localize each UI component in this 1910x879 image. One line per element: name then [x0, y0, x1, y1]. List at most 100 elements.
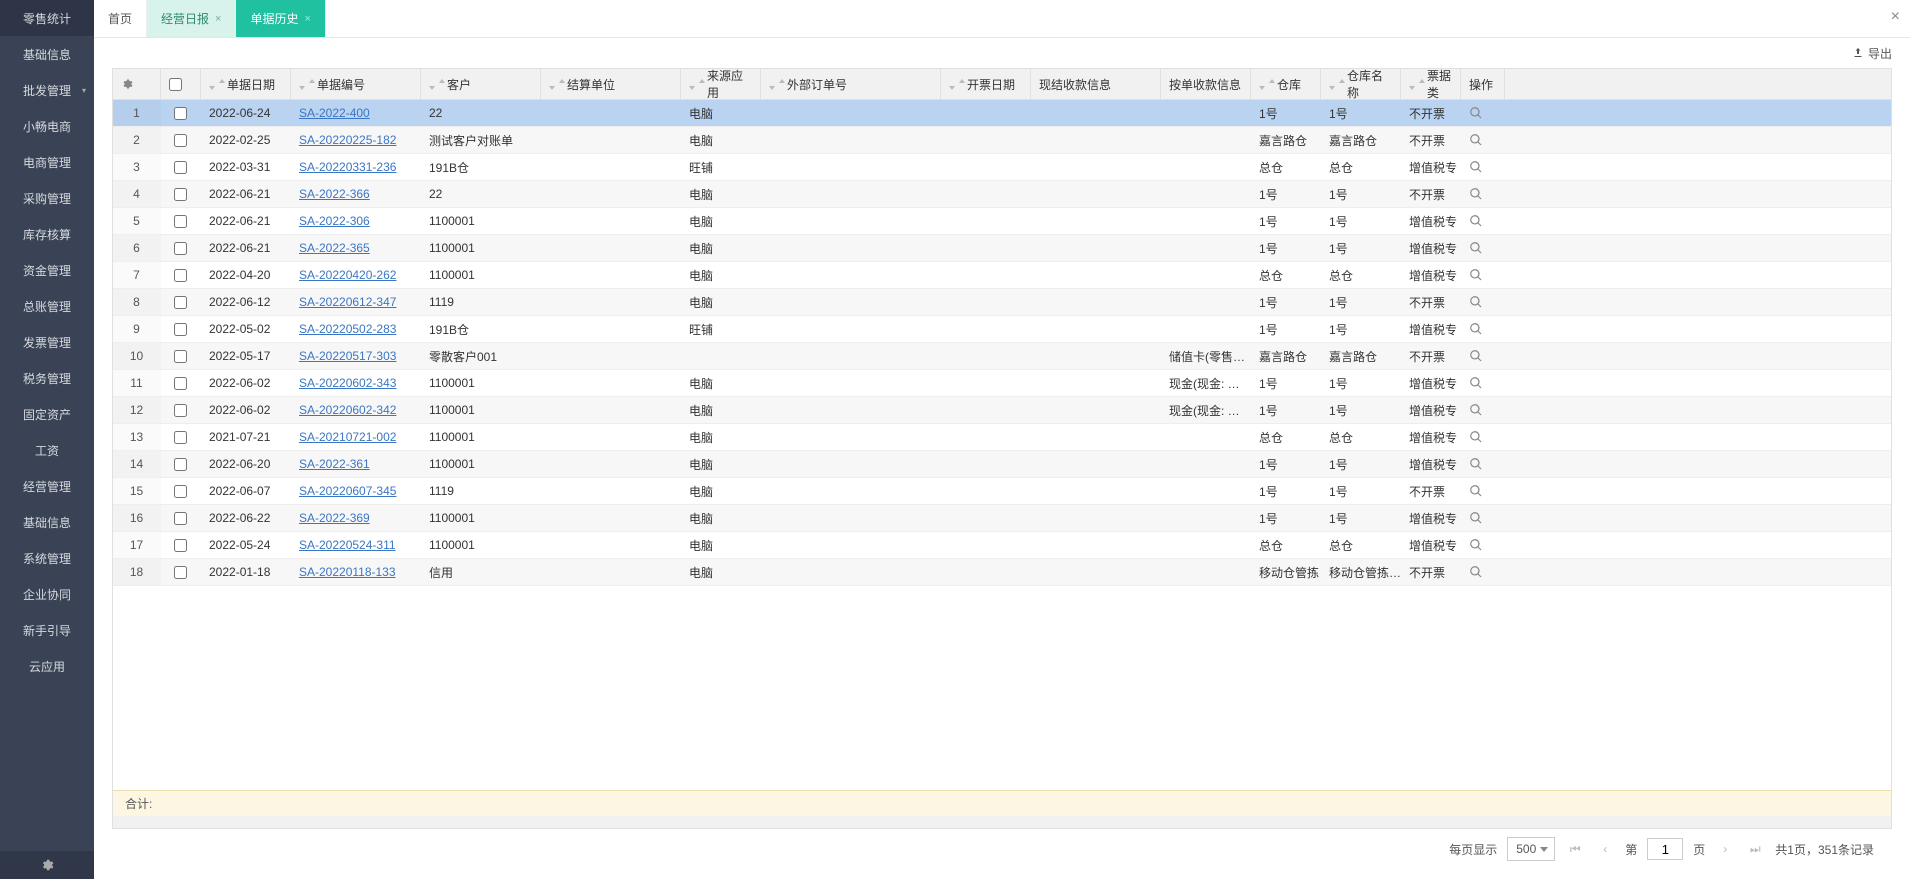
col-warehouse-name[interactable]: 仓库名称 — [1321, 69, 1401, 99]
doc-link[interactable]: SA-2022-366 — [299, 187, 370, 201]
sidebar-item[interactable]: 基础信息 — [0, 36, 94, 72]
doc-link[interactable]: SA-20210721-002 — [299, 430, 396, 444]
row-checkbox[interactable] — [174, 566, 187, 579]
row-checkbox[interactable] — [174, 458, 187, 471]
table-row[interactable]: 172022-05-24SA-20220524-3111100001电脑总仓总仓… — [113, 532, 1891, 559]
doc-link[interactable]: SA-20220118-133 — [299, 565, 396, 579]
sidebar-item[interactable]: 新手引导 — [0, 612, 94, 648]
col-ticket[interactable]: 票据类 — [1401, 69, 1461, 99]
doc-link[interactable]: SA-2022-361 — [299, 457, 370, 471]
doc-link[interactable]: SA-20220502-283 — [299, 322, 396, 336]
search-icon[interactable] — [1469, 349, 1483, 363]
doc-link[interactable]: SA-20220517-303 — [299, 349, 396, 363]
sidebar-item[interactable]: 电商管理 — [0, 144, 94, 180]
sidebar-item[interactable]: 发票管理 — [0, 324, 94, 360]
search-icon[interactable] — [1469, 295, 1483, 309]
table-row[interactable]: 22022-02-25SA-20220225-182测试客户对账单电脑嘉言路仓嘉… — [113, 127, 1891, 154]
table-row[interactable]: 12022-06-24SA-2022-40022电脑1号1号不开票 — [113, 100, 1891, 127]
col-extorder[interactable]: 外部订单号 — [761, 69, 941, 99]
table-row[interactable]: 142022-06-20SA-2022-3611100001电脑1号1号增值税专 — [113, 451, 1891, 478]
sidebar-item[interactable]: 系统管理 — [0, 540, 94, 576]
sidebar-item[interactable]: 零售统计 — [0, 0, 94, 36]
search-icon[interactable] — [1469, 511, 1483, 525]
search-icon[interactable] — [1469, 484, 1483, 498]
doc-link[interactable]: SA-20220602-342 — [299, 403, 396, 417]
row-checkbox[interactable] — [174, 134, 187, 147]
table-row[interactable]: 102022-05-17SA-20220517-303零散客户001储值卡(零售… — [113, 343, 1891, 370]
col-settle[interactable]: 结算单位 — [541, 69, 681, 99]
table-row[interactable]: 32022-03-31SA-20220331-236191B仓旺铺总仓总仓增值税… — [113, 154, 1891, 181]
col-cash-info[interactable]: 现结收款信息 — [1031, 69, 1161, 99]
table-row[interactable]: 182022-01-18SA-20220118-133信用电脑移动仓管拣…移动仓… — [113, 559, 1891, 586]
search-icon[interactable] — [1469, 241, 1483, 255]
col-code[interactable]: 单据编号 — [291, 69, 421, 99]
doc-link[interactable]: SA-2022-365 — [299, 241, 370, 255]
row-checkbox[interactable] — [174, 512, 187, 525]
search-icon[interactable] — [1469, 268, 1483, 282]
tab[interactable]: 经营日报× — [147, 0, 236, 37]
first-page[interactable]: ⏮ — [1565, 839, 1585, 859]
col-warehouse[interactable]: 仓库 — [1251, 69, 1321, 99]
close-icon[interactable]: × — [304, 13, 310, 25]
search-icon[interactable] — [1469, 214, 1483, 228]
col-gear[interactable] — [113, 69, 161, 99]
row-checkbox[interactable] — [174, 296, 187, 309]
col-bill-info[interactable]: 按单收款信息 — [1161, 69, 1251, 99]
search-icon[interactable] — [1469, 565, 1483, 579]
search-icon[interactable] — [1469, 430, 1483, 444]
doc-link[interactable]: SA-20220225-182 — [299, 133, 396, 147]
sidebar-item[interactable]: 资金管理 — [0, 252, 94, 288]
doc-link[interactable]: SA-20220612-347 — [299, 295, 396, 309]
sidebar-item[interactable]: 经营管理 — [0, 468, 94, 504]
search-icon[interactable] — [1469, 133, 1483, 147]
sidebar-item[interactable]: 云应用 — [0, 648, 94, 684]
col-customer[interactable]: 客户 — [421, 69, 541, 99]
last-page[interactable]: ⏭ — [1745, 839, 1765, 859]
search-icon[interactable] — [1469, 322, 1483, 336]
row-checkbox[interactable] — [174, 431, 187, 444]
col-source[interactable]: 来源应用 — [681, 69, 761, 99]
row-checkbox[interactable] — [174, 215, 187, 228]
row-checkbox[interactable] — [174, 485, 187, 498]
row-checkbox[interactable] — [174, 242, 187, 255]
search-icon[interactable] — [1469, 376, 1483, 390]
sidebar-item[interactable]: 税务管理 — [0, 360, 94, 396]
close-all-tabs[interactable]: × — [1891, 8, 1900, 26]
row-checkbox[interactable] — [174, 377, 187, 390]
next-page[interactable]: › — [1715, 839, 1735, 859]
table-row[interactable]: 82022-06-12SA-20220612-3471119电脑1号1号不开票 — [113, 289, 1891, 316]
search-icon[interactable] — [1469, 106, 1483, 120]
row-checkbox[interactable] — [174, 539, 187, 552]
doc-link[interactable]: SA-20220602-343 — [299, 376, 396, 390]
table-row[interactable]: 52022-06-21SA-2022-3061100001电脑1号1号增值税专 — [113, 208, 1891, 235]
table-row[interactable]: 112022-06-02SA-20220602-3431100001电脑现金(现… — [113, 370, 1891, 397]
sidebar-item[interactable]: 固定资产 — [0, 396, 94, 432]
table-row[interactable]: 92022-05-02SA-20220502-283191B仓旺铺1号1号增值税… — [113, 316, 1891, 343]
doc-link[interactable]: SA-2022-400 — [299, 106, 370, 120]
sidebar-item[interactable]: 工资 — [0, 432, 94, 468]
search-icon[interactable] — [1469, 538, 1483, 552]
doc-link[interactable]: SA-20220607-345 — [299, 484, 396, 498]
prev-page[interactable]: ‹ — [1595, 839, 1615, 859]
table-row[interactable]: 42022-06-21SA-2022-36622电脑1号1号不开票 — [113, 181, 1891, 208]
search-icon[interactable] — [1469, 187, 1483, 201]
doc-link[interactable]: SA-20220420-262 — [299, 268, 396, 282]
row-checkbox[interactable] — [174, 161, 187, 174]
search-icon[interactable] — [1469, 160, 1483, 174]
col-checkbox[interactable] — [161, 69, 201, 99]
row-checkbox[interactable] — [174, 269, 187, 282]
close-icon[interactable]: × — [215, 13, 221, 25]
search-icon[interactable] — [1469, 403, 1483, 417]
row-checkbox[interactable] — [174, 107, 187, 120]
sidebar-settings[interactable] — [0, 851, 94, 879]
row-checkbox[interactable] — [174, 350, 187, 363]
sidebar-item[interactable]: 库存核算 — [0, 216, 94, 252]
table-row[interactable]: 62022-06-21SA-2022-3651100001电脑1号1号增值税专 — [113, 235, 1891, 262]
table-row[interactable]: 132021-07-21SA-20210721-0021100001电脑总仓总仓… — [113, 424, 1891, 451]
sidebar-item[interactable]: 采购管理 — [0, 180, 94, 216]
sidebar-item[interactable]: 企业协同 — [0, 576, 94, 612]
search-icon[interactable] — [1469, 457, 1483, 471]
doc-link[interactable]: SA-2022-369 — [299, 511, 370, 525]
export-button[interactable]: 导出 — [1852, 45, 1892, 62]
sidebar-item[interactable]: 批发管理▾ — [0, 72, 94, 108]
